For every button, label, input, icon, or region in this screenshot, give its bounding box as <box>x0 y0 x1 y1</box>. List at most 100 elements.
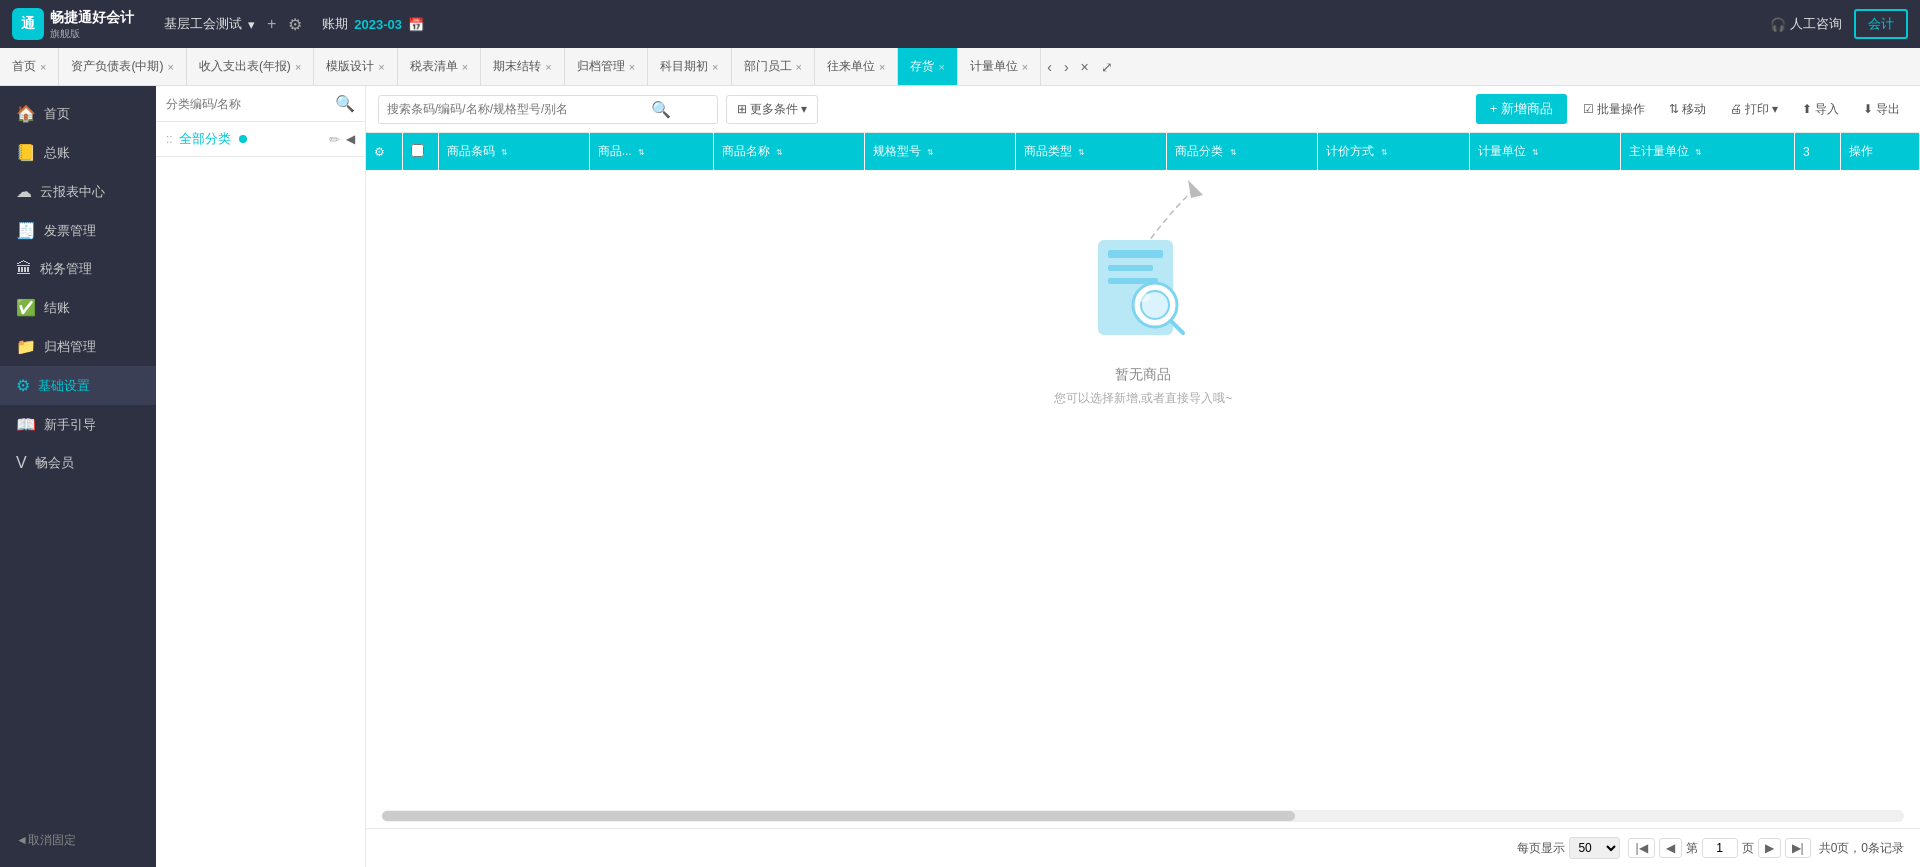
batch-label: 批量操作 <box>1597 101 1645 118</box>
tab-balance-sheet[interactable]: 资产负债表(中期) × <box>59 48 186 85</box>
settings-gear-icon: ⚙ <box>16 376 30 395</box>
table-header-code[interactable]: 商品... ⇅ <box>589 133 713 170</box>
sidebar-item-home[interactable]: 🏠 首页 <box>0 94 156 133</box>
category-search-input[interactable] <box>166 97 331 111</box>
scrollbar-thumb[interactable] <box>382 811 1295 821</box>
tab-close-icon[interactable]: × <box>796 61 802 73</box>
sort-arrows-unit[interactable]: ⇅ <box>1532 148 1539 157</box>
sort-arrows-name[interactable]: ⇅ <box>776 148 783 157</box>
last-page-btn[interactable]: ▶| <box>1785 838 1811 858</box>
tab-close-icon[interactable]: × <box>938 61 944 73</box>
tab-income-statement[interactable]: 收入支出表(年报) × <box>187 48 314 85</box>
category-search-icon[interactable]: 🔍 <box>335 94 355 113</box>
import-btn[interactable]: ⬆ 导入 <box>1794 96 1847 123</box>
table-header-col3[interactable]: 3 <box>1795 133 1841 170</box>
sort-arrows-code[interactable]: ⇅ <box>638 148 645 157</box>
category-collapse-btn[interactable]: ◀ <box>346 131 355 147</box>
tab-scroll-right-btn[interactable]: › <box>1058 59 1075 75</box>
sort-arrows-barcode[interactable]: ⇅ <box>501 148 508 157</box>
sidebar-item-membership[interactable]: V 畅会员 <box>0 444 156 482</box>
tab-close-icon[interactable]: × <box>879 61 885 73</box>
sort-arrows-category[interactable]: ⇅ <box>1230 148 1237 157</box>
sidebar-collapse-btn[interactable]: ◄取消固定 <box>0 822 156 859</box>
filter-dropdown-icon: ▾ <box>801 102 807 116</box>
prev-page-btn[interactable]: ◀ <box>1659 838 1682 858</box>
tab-period-carry[interactable]: 期末结转 × <box>481 48 564 85</box>
tab-contacts[interactable]: 往来单位 × <box>815 48 898 85</box>
first-page-btn[interactable]: |◀ <box>1628 838 1654 858</box>
category-edit-btn[interactable]: ✏ <box>329 131 340 147</box>
table-header-category[interactable]: 商品分类 ⇅ <box>1167 133 1318 170</box>
product-search-input[interactable] <box>387 102 647 116</box>
table-header-unit[interactable]: 计量单位 ⇅ <box>1469 133 1620 170</box>
tab-close-all-btn[interactable]: × <box>1075 59 1095 75</box>
sort-arrows-spec[interactable]: ⇅ <box>927 148 934 157</box>
move-btn[interactable]: ⇅ 移动 <box>1661 96 1714 123</box>
calendar-icon[interactable]: 📅 <box>408 17 424 32</box>
batch-operation-btn[interactable]: ☑ 批量操作 <box>1575 96 1653 123</box>
sidebar-item-close-account[interactable]: ✅ 结账 <box>0 288 156 327</box>
product-table: ⚙ 商品条码 ⇅ 商品... <box>366 133 1920 170</box>
export-btn[interactable]: ⬇ 导出 <box>1855 96 1908 123</box>
table-header-checkbox[interactable] <box>402 133 438 170</box>
tab-tax-list[interactable]: 税表清单 × <box>398 48 481 85</box>
tab-archive[interactable]: 归档管理 × <box>565 48 648 85</box>
per-page-select[interactable]: 10 20 50 100 <box>1569 837 1620 859</box>
sidebar-item-invoice[interactable]: 🧾 发票管理 <box>0 211 156 250</box>
tab-close-icon[interactable]: × <box>378 61 384 73</box>
table-header-name[interactable]: 商品名称 ⇅ <box>713 133 864 170</box>
more-filter-btn[interactable]: ⊞ 更多条件 ▾ <box>726 95 818 124</box>
all-category-label[interactable]: 全部分类 <box>179 130 231 148</box>
sidebar-item-guide[interactable]: 📖 新手引导 <box>0 405 156 444</box>
tab-close-icon[interactable]: × <box>167 61 173 73</box>
empty-desc: 您可以选择新增,或者直接导入哦~ <box>1054 390 1232 407</box>
tab-expand-btn[interactable]: ⤢ <box>1095 59 1119 75</box>
ai-service-btn[interactable]: 🎧 人工咨询 <box>1770 15 1842 33</box>
page-number-input[interactable] <box>1702 838 1738 858</box>
category-search-box: 🔍 <box>156 86 365 122</box>
sidebar-item-basic-settings[interactable]: ⚙ 基础设置 <box>0 366 156 405</box>
add-product-button[interactable]: + 新增商品 <box>1476 94 1567 124</box>
sidebar-item-tax[interactable]: 🏛 税务管理 <box>0 250 156 288</box>
tab-scroll-left-btn[interactable]: ‹ <box>1041 59 1058 75</box>
sort-arrows-price-method[interactable]: ⇅ <box>1381 148 1388 157</box>
tab-close-icon[interactable]: × <box>295 61 301 73</box>
tab-close-icon[interactable]: × <box>545 61 551 73</box>
tab-close-icon[interactable]: × <box>462 61 468 73</box>
search-icon[interactable]: 🔍 <box>651 100 671 119</box>
add-tab-btn[interactable]: + <box>267 15 276 33</box>
company-selector[interactable]: 基层工会测试 ▾ <box>164 15 255 33</box>
table-header-price-method[interactable]: 计价方式 ⇅ <box>1318 133 1469 170</box>
tab-inventory[interactable]: 存货 × <box>898 48 957 85</box>
tab-close-icon[interactable]: × <box>1022 61 1028 73</box>
tab-subject-init[interactable]: 科目期初 × <box>648 48 731 85</box>
table-header-settings[interactable]: ⚙ <box>366 133 402 170</box>
sidebar-item-cloud-report[interactable]: ☁ 云报表中心 <box>0 172 156 211</box>
table-header-type[interactable]: 商品类型 ⇅ <box>1016 133 1167 170</box>
tab-close-icon[interactable]: × <box>629 61 635 73</box>
settings-icon[interactable]: ⚙ <box>288 15 302 34</box>
tab-units[interactable]: 计量单位 × <box>958 48 1041 85</box>
company-name: 基层工会测试 <box>164 15 242 33</box>
sidebar-item-ledger[interactable]: 📒 总账 <box>0 133 156 172</box>
tab-template-design[interactable]: 模版设计 × <box>314 48 397 85</box>
tab-department-staff[interactable]: 部门员工 × <box>732 48 815 85</box>
tab-close-icon[interactable]: × <box>712 61 718 73</box>
sidebar-item-archive[interactable]: 📁 归档管理 <box>0 327 156 366</box>
sort-arrows-type[interactable]: ⇅ <box>1078 148 1085 157</box>
table-header-spec[interactable]: 规格型号 ⇅ <box>864 133 1015 170</box>
tab-homepage[interactable]: 首页 × <box>0 48 59 85</box>
sort-arrows-main-unit[interactable]: ⇅ <box>1695 148 1702 157</box>
tab-close-icon[interactable]: × <box>40 61 46 73</box>
tab-label: 归档管理 <box>577 58 625 75</box>
horizontal-scrollbar[interactable] <box>382 810 1904 822</box>
table-header-barcode[interactable]: 商品条码 ⇅ <box>438 133 589 170</box>
column-settings-icon[interactable]: ⚙ <box>374 145 385 159</box>
svg-marker-0 <box>1188 180 1203 198</box>
select-all-checkbox[interactable] <box>411 144 424 157</box>
next-page-btn[interactable]: ▶ <box>1758 838 1781 858</box>
table-header-main-unit[interactable]: 主计量单位 ⇅ <box>1620 133 1794 170</box>
toolbar: 🔍 ⊞ 更多条件 ▾ + 新增商品 ☑ 批量操作 ⇅ 移动 <box>366 86 1920 133</box>
print-btn[interactable]: 🖨 打印 ▾ <box>1722 96 1786 123</box>
account-button[interactable]: 会计 <box>1854 9 1908 39</box>
